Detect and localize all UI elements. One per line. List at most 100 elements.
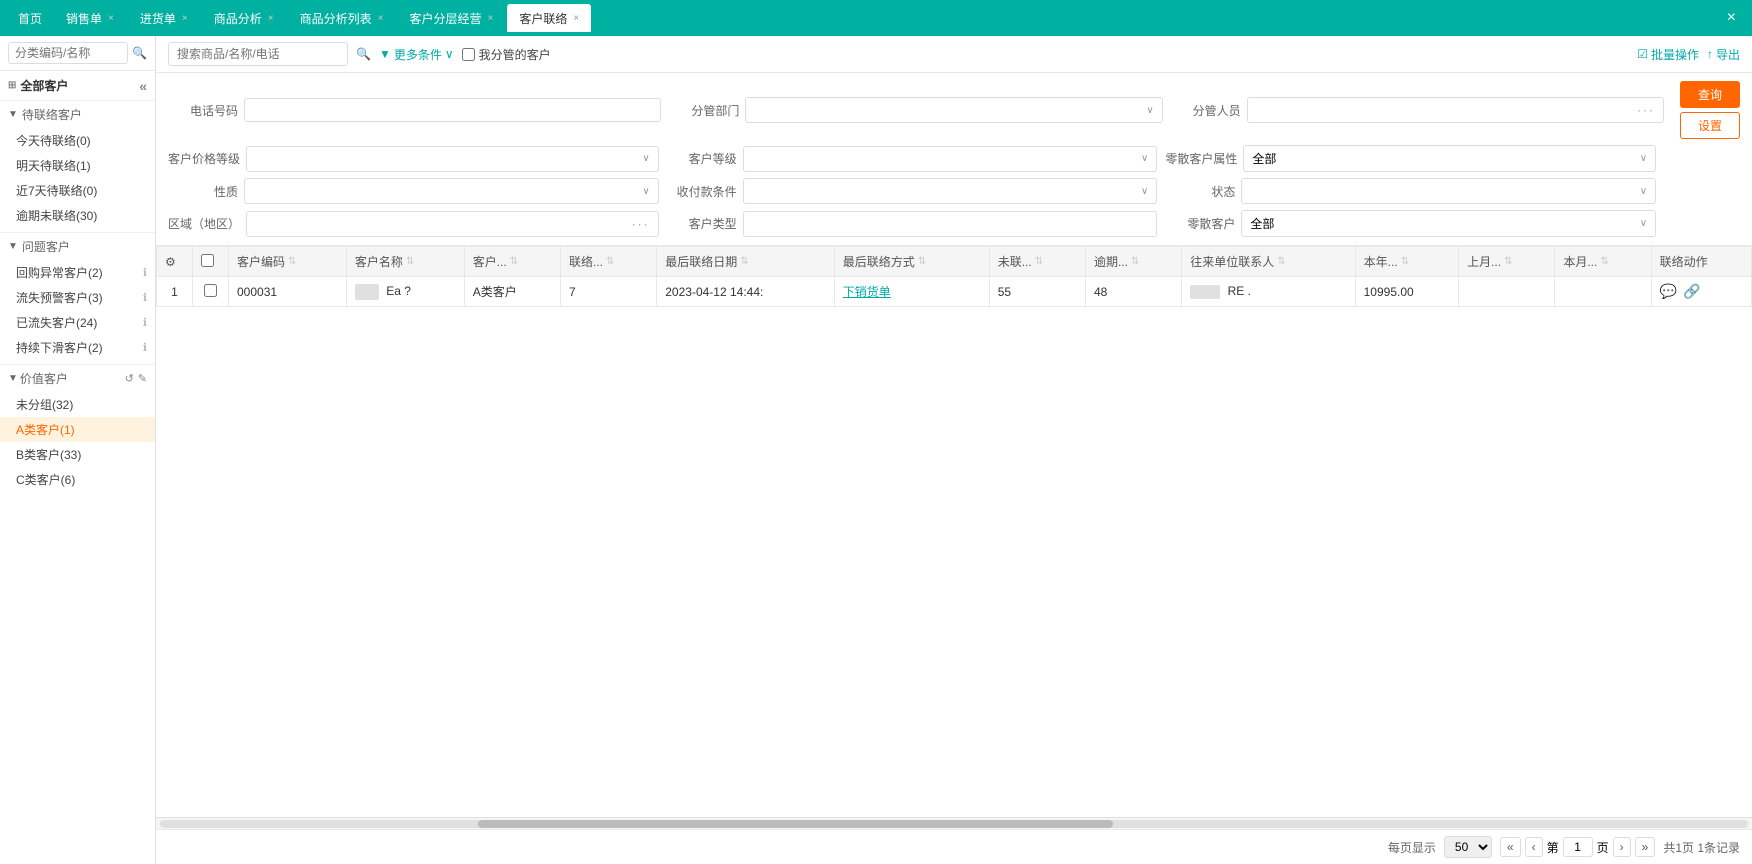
customer-type-select[interactable]: [743, 211, 1158, 237]
next-page-button[interactable]: ›: [1613, 837, 1631, 857]
col-last-month-label: 上月...: [1467, 253, 1501, 270]
sidebar-collapse-icon[interactable]: «: [139, 78, 147, 94]
my-customers-checkbox[interactable]: [462, 48, 475, 61]
last-method-link[interactable]: 下销货单: [843, 285, 891, 299]
tab-sales-order[interactable]: 销售单 ×: [54, 4, 126, 32]
phone-input[interactable]: [244, 98, 661, 122]
tab-customer-segmentation-label: 客户分层经营: [409, 10, 481, 27]
payment-select[interactable]: ∨: [743, 178, 1158, 204]
col-contact-header[interactable]: 联络... ⇅: [560, 247, 656, 277]
search-icon[interactable]: 🔍: [356, 47, 371, 61]
page-label: 第: [1547, 839, 1559, 856]
tab-sales-order-close[interactable]: ×: [108, 13, 114, 24]
tab-purchase-order-close[interactable]: ×: [182, 13, 188, 24]
col-contact2-header[interactable]: 往来单位联系人 ⇅: [1182, 247, 1355, 277]
page-number-input[interactable]: [1563, 837, 1593, 857]
top-right-actions: ☑ 批量操作 ↑ 导出: [1637, 46, 1740, 63]
tab-product-analysis-close[interactable]: ×: [268, 13, 274, 24]
settings-icon[interactable]: ⚙: [165, 255, 176, 269]
row-checkbox[interactable]: [204, 284, 217, 297]
chat-icon[interactable]: 💬: [1660, 283, 1677, 300]
horizontal-scrollbar[interactable]: [156, 817, 1752, 829]
sidebar-item-churned[interactable]: 已流失客户(24) ℹ: [0, 310, 155, 335]
pending-contact-title[interactable]: ▼ 待联络客户: [0, 101, 155, 128]
sidebar-item-declining[interactable]: 持续下滑客户(2) ℹ: [0, 335, 155, 360]
problem-customer-title[interactable]: ▼ 问题客户: [0, 233, 155, 260]
col-last-month-header[interactable]: 上月... ⇅: [1459, 247, 1555, 277]
tab-customer-contact-close[interactable]: ×: [573, 13, 579, 24]
sidebar-item-tomorrow[interactable]: 明天待联络(1): [0, 153, 155, 178]
select-all-checkbox[interactable]: [201, 254, 214, 267]
more-conditions-button[interactable]: ▼ 更多条件 ∨: [379, 46, 454, 63]
sort-icon-last-date: ⇅: [740, 256, 748, 267]
price-level-select[interactable]: ∨: [246, 146, 659, 172]
first-page-button[interactable]: «: [1500, 837, 1521, 857]
col-action-label: 联络动作: [1660, 255, 1708, 269]
col-level-header[interactable]: 客户... ⇅: [464, 247, 560, 277]
edit-icon[interactable]: ✎: [138, 372, 147, 385]
sidebar-all-customers[interactable]: ⊞ 全部客户 «: [0, 71, 155, 101]
export-button[interactable]: ↑ 导出: [1707, 46, 1740, 63]
status-select[interactable]: ∨: [1241, 178, 1656, 204]
page-size-select[interactable]: 50: [1444, 836, 1492, 858]
sidebar-item-7days[interactable]: 近7天待联络(0): [0, 178, 155, 203]
settings-button[interactable]: 设置: [1680, 112, 1740, 139]
nature-select[interactable]: ∨: [244, 178, 659, 204]
prev-page-button[interactable]: ‹: [1525, 837, 1543, 857]
col-settings[interactable]: ⚙: [157, 247, 193, 277]
col-this-year-header[interactable]: 本年... ⇅: [1355, 247, 1458, 277]
query-button[interactable]: 查询: [1680, 81, 1740, 108]
grid-icon: ⊞: [8, 80, 16, 91]
main-layout: 🔍 ⊞ 全部客户 « ▼ 待联络客户 今天待联络(0) 明天待联络(1) 近7天…: [0, 36, 1752, 864]
home-tab[interactable]: 首页: [8, 10, 52, 27]
col-name-header[interactable]: 客户名称 ⇅: [346, 247, 464, 277]
window-close-button[interactable]: ×: [1719, 9, 1744, 27]
col-uncontacted-header[interactable]: 未联... ⇅: [989, 247, 1085, 277]
sidebar-search-icon[interactable]: 🔍: [132, 46, 147, 60]
sidebar-item-repurchase-abnormal[interactable]: 回购异常客户(2) ℹ: [0, 260, 155, 285]
ungrouped-label: 未分组(32): [16, 396, 147, 413]
dept-select[interactable]: ∨: [745, 97, 1162, 123]
sidebar-item-ungrouped[interactable]: 未分组(32): [0, 392, 155, 417]
col-last-date-header[interactable]: 最后联络日期 ⇅: [657, 247, 835, 277]
col-this-month-header[interactable]: 本月... ⇅: [1555, 247, 1651, 277]
sidebar-search-input[interactable]: [8, 42, 128, 64]
filter-group-sparse: 零散客户 全部 ∨: [1165, 210, 1656, 237]
sidebar-item-overdue[interactable]: 逾期未联络(30): [0, 203, 155, 228]
contact2-placeholder: [1190, 285, 1220, 299]
col-overdue-header[interactable]: 逾期... ⇅: [1085, 247, 1181, 277]
customer-level-select[interactable]: ∨: [743, 146, 1158, 172]
sidebar-item-class-b[interactable]: B类客户(33): [0, 442, 155, 467]
person-select[interactable]: ···: [1247, 97, 1664, 123]
link-icon[interactable]: 🔗: [1683, 283, 1700, 300]
last-page-button[interactable]: »: [1635, 837, 1656, 857]
customer-level-chevron: ∨: [1141, 153, 1148, 164]
tab-product-analysis-list-close[interactable]: ×: [378, 13, 384, 24]
value-customer-actions: ↺ ✎: [125, 372, 147, 385]
batch-operation-button[interactable]: ☑ 批量操作: [1637, 46, 1699, 63]
tab-purchase-order[interactable]: 进货单 ×: [128, 4, 200, 32]
region-select[interactable]: ···: [246, 211, 659, 237]
sidebar-item-class-c[interactable]: C类客户(6): [0, 467, 155, 492]
tab-product-analysis[interactable]: 商品分析 ×: [202, 4, 286, 32]
scrollbar-thumb[interactable]: [478, 820, 1113, 828]
tab-customer-segmentation-close[interactable]: ×: [487, 13, 493, 24]
search-input[interactable]: [168, 42, 348, 66]
sidebar-item-class-a[interactable]: A类客户(1): [0, 417, 155, 442]
tab-product-analysis-list[interactable]: 商品分析列表 ×: [288, 4, 396, 32]
tab-customer-segmentation[interactable]: 客户分层经营 ×: [397, 4, 505, 32]
filter-row-2: 客户价格等级 ∨ 客户等级 ∨ 零散客户属性 全部: [168, 145, 1740, 172]
sidebar-item-today[interactable]: 今天待联络(0): [0, 128, 155, 153]
problem-customer-label: 问题客户: [22, 238, 70, 255]
phone-label: 电话号码: [168, 102, 238, 119]
tab-customer-contact[interactable]: 客户联络 ×: [507, 4, 591, 32]
class-c-label: C类客户(6): [16, 471, 147, 488]
refresh-icon[interactable]: ↺: [125, 372, 134, 385]
my-customers-checkbox-area[interactable]: 我分管的客户: [462, 46, 551, 63]
col-code-header[interactable]: 客户编码 ⇅: [229, 247, 347, 277]
col-last-method-header[interactable]: 最后联络方式 ⇅: [834, 247, 989, 277]
scrollbar-track[interactable]: [160, 820, 1748, 828]
sparse-attr-select[interactable]: 全部 ∨: [1243, 145, 1656, 172]
sidebar-item-churn-warning[interactable]: 流失预警客户(3) ℹ: [0, 285, 155, 310]
sparse-select[interactable]: 全部 ∨: [1241, 210, 1656, 237]
